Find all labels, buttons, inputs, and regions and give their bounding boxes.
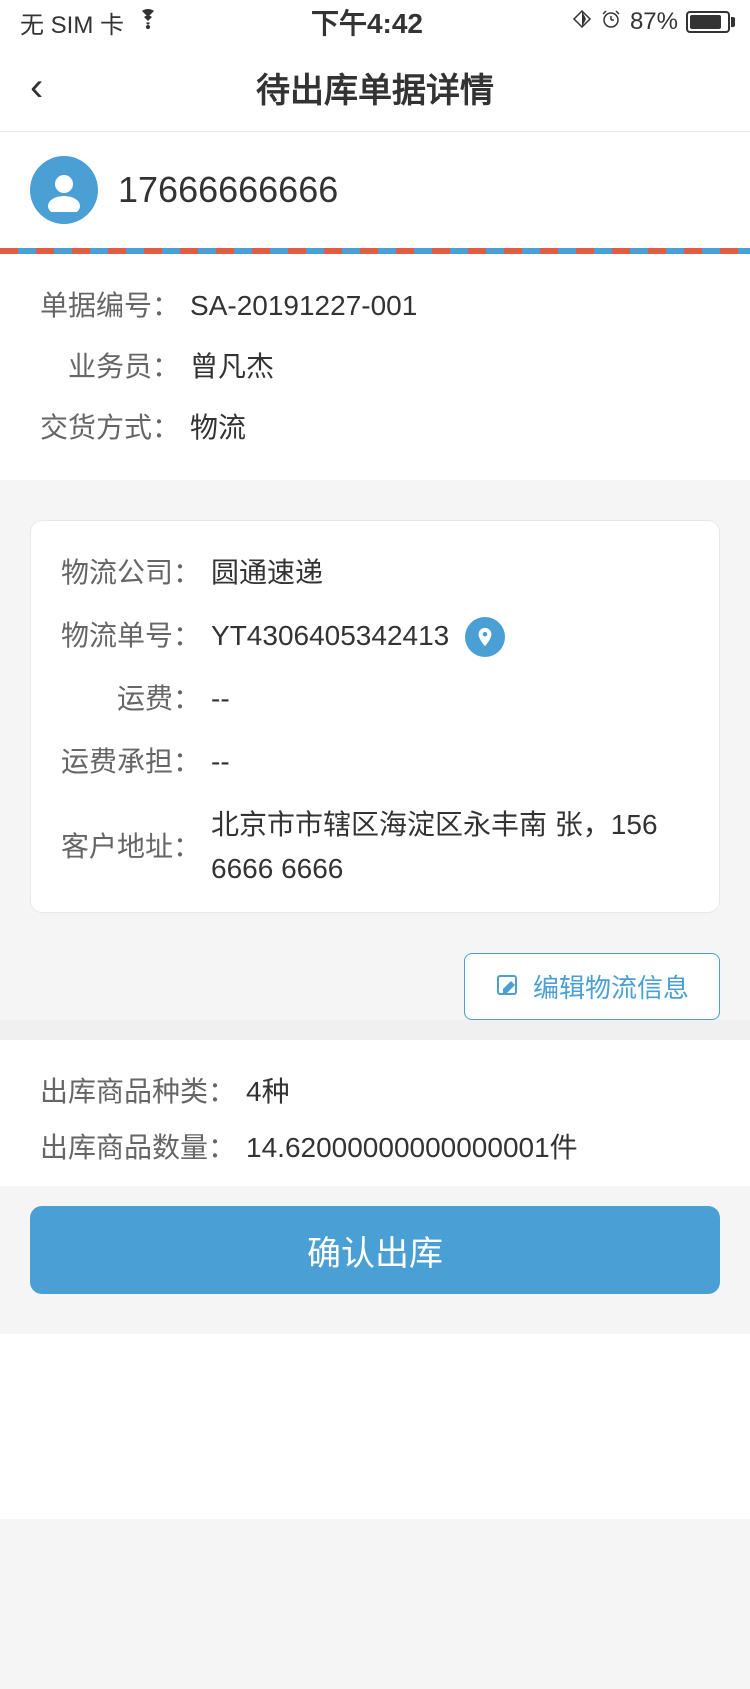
tracking-number-label: 物流单号： — [61, 614, 201, 659]
status-bar: 无 SIM 卡 下午4:42 — [0, 0, 750, 44]
goods-quantity-row: 出库商品数量： 14.62000000000000001件 — [40, 1126, 710, 1166]
sales-person-row: 业务员： 曾凡杰 — [40, 345, 710, 390]
order-info-section: 单据编号： SA-20191227-001 业务员： 曾凡杰 交货方式： 物流 — [0, 254, 750, 480]
sales-person-label: 业务员： — [40, 345, 180, 390]
document-number-row: 单据编号： SA-20191227-001 — [40, 284, 710, 329]
goods-types-label: 出库商品种类： — [40, 1070, 236, 1110]
freight-row: 运费： -- — [61, 677, 689, 722]
confirm-button-label: 确认出库 — [307, 1226, 443, 1275]
carrier-text: 无 SIM 卡 — [20, 5, 124, 40]
nav-bar: ‹ 待出库单据详情 — [0, 44, 750, 132]
confirm-outbound-button[interactable]: 确认出库 — [30, 1206, 720, 1294]
empty-space — [0, 1319, 750, 1519]
goods-types-row: 出库商品种类： 4种 — [40, 1070, 710, 1110]
freight-bearer-value: -- — [211, 740, 689, 785]
goods-section: 出库商品种类： 4种 出库商品数量： 14.62000000000000001件 — [0, 1040, 750, 1202]
edit-logistics-button[interactable]: 编辑物流信息 — [464, 953, 720, 1020]
freight-value: -- — [211, 677, 689, 722]
tracking-value-group: YT4306405342413 — [211, 614, 689, 659]
alarm-icon — [600, 8, 622, 37]
logistics-company-label: 物流公司： — [61, 551, 201, 596]
wifi-icon — [134, 8, 162, 36]
address-label: 客户地址： — [61, 825, 201, 870]
sales-person-value: 曾凡杰 — [190, 345, 710, 390]
edit-btn-container: 编辑物流信息 — [0, 933, 750, 1020]
location-icon[interactable] — [465, 617, 505, 657]
edit-button-label: 编辑物流信息 — [533, 968, 689, 1005]
document-number-label: 单据编号： — [40, 284, 180, 329]
user-phone: 17666666666 — [118, 169, 338, 211]
section-divider — [0, 1020, 750, 1040]
freight-label: 运费： — [61, 677, 201, 722]
battery-icon — [686, 11, 730, 33]
tracking-number-row: 物流单号： YT4306405342413 — [61, 614, 689, 659]
delivery-method-value: 物流 — [190, 406, 710, 451]
address-row: 客户地址： 北京市市辖区海淀区永丰南 张，156 6666 6666 — [61, 803, 689, 893]
avatar — [30, 156, 98, 224]
delivery-method-label: 交货方式： — [40, 406, 180, 451]
gps-icon — [572, 8, 592, 36]
logistics-company-value: 圆通速递 — [211, 551, 689, 596]
goods-types-value: 4种 — [246, 1070, 290, 1110]
status-left: 无 SIM 卡 — [20, 5, 162, 40]
tracking-number-value: YT4306405342413 — [211, 614, 449, 659]
logistics-company-row: 物流公司： 圆通速递 — [61, 551, 689, 596]
edit-icon — [495, 973, 523, 1001]
tracking-number-container: YT4306405342413 — [211, 614, 689, 659]
status-right: 87% — [572, 8, 730, 37]
address-value: 北京市市辖区海淀区永丰南 张，156 6666 6666 — [211, 803, 689, 893]
goods-quantity-label: 出库商品数量： — [40, 1126, 236, 1166]
freight-bearer-label: 运费承担： — [61, 740, 201, 785]
goods-quantity-value: 14.62000000000000001件 — [246, 1126, 578, 1166]
user-header: 17666666666 — [0, 132, 750, 248]
back-button[interactable]: ‹ — [30, 65, 90, 110]
freight-bearer-row: 运费承担： -- — [61, 740, 689, 785]
document-number-value: SA-20191227-001 — [190, 284, 710, 329]
status-time: 下午4:42 — [311, 2, 423, 42]
confirm-btn-container: 确认出库 — [0, 1186, 750, 1334]
delivery-method-row: 交货方式： 物流 — [40, 406, 710, 451]
nav-title: 待出库单据详情 — [256, 63, 494, 112]
logistics-card: 物流公司： 圆通速递 物流单号： YT4306405342413 运费： -- — [30, 520, 720, 913]
battery-percentage: 87% — [630, 8, 678, 36]
